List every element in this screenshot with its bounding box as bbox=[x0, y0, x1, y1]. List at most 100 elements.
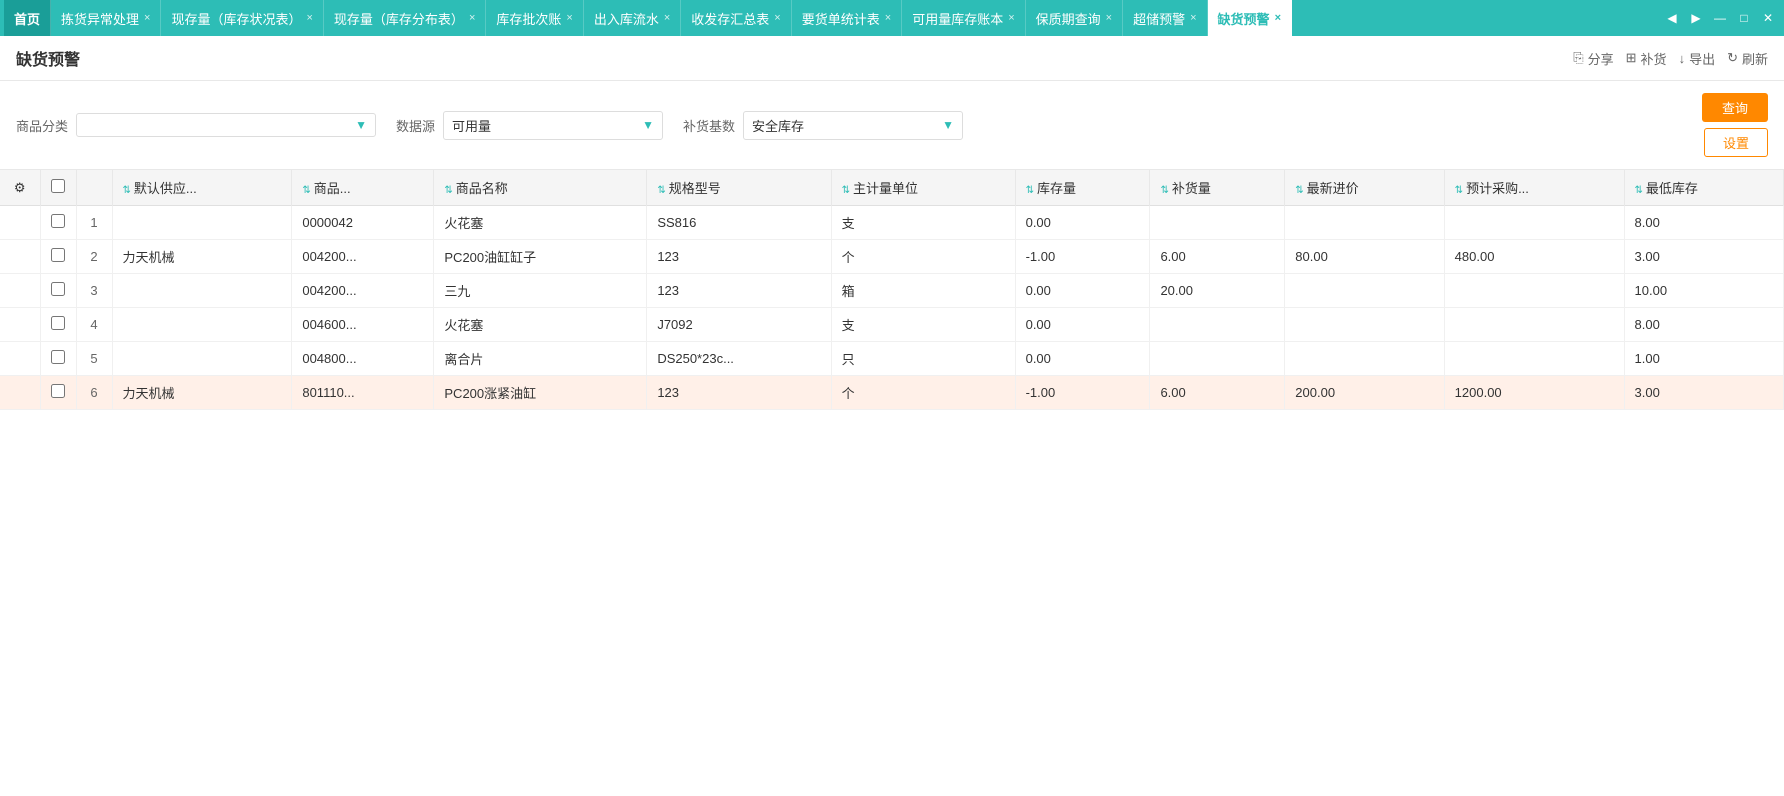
row-checkbox-cell[interactable] bbox=[40, 240, 76, 274]
export-btn[interactable]: ↓ 导出 bbox=[1679, 49, 1716, 68]
rownum-col-header bbox=[76, 170, 112, 206]
tab-inout-flow[interactable]: 出入库流水× bbox=[584, 0, 681, 36]
tab-close-inventory-dist[interactable]: × bbox=[469, 12, 475, 24]
table-body: 10000042火花塞SS816支0.008.002力天机械004200...P… bbox=[0, 206, 1784, 410]
tab-close-abnormal[interactable]: × bbox=[144, 12, 150, 24]
replenish-btn[interactable]: ⊞ 补货 bbox=[1626, 49, 1667, 68]
tab-close-batch[interactable]: × bbox=[566, 12, 572, 24]
query-button[interactable]: 查询 bbox=[1702, 93, 1768, 122]
latest-price-col-header[interactable]: ⇅最新进价 bbox=[1285, 170, 1444, 206]
window-minimize-btn[interactable]: — bbox=[1708, 0, 1732, 36]
row-checkbox[interactable] bbox=[51, 282, 65, 296]
cell-default_supplier bbox=[112, 308, 292, 342]
tab-nav-prev[interactable]: ◀ bbox=[1660, 0, 1684, 36]
tab-home[interactable]: 首页 bbox=[4, 0, 51, 36]
cell-product_name: 三九 bbox=[434, 274, 647, 308]
supplier-col-header[interactable]: ⇅默认供应... bbox=[112, 170, 292, 206]
settings-col-header[interactable]: ⚙ bbox=[0, 170, 40, 206]
cell-estimated_purchase: 480.00 bbox=[1444, 240, 1624, 274]
tab-demand-stats[interactable]: 要货单统计表× bbox=[792, 0, 902, 36]
tab-close-expiry[interactable]: × bbox=[1106, 12, 1112, 24]
row-settings-cell bbox=[0, 240, 40, 274]
category-select[interactable]: ▼ bbox=[76, 113, 376, 137]
row-number: 3 bbox=[76, 274, 112, 308]
table-row: 3004200...三九123箱0.0020.0010.00 bbox=[0, 274, 1784, 308]
settings-button[interactable]: 设置 bbox=[1704, 128, 1768, 157]
cell-default_supplier bbox=[112, 206, 292, 240]
tab-close-available-ledger[interactable]: × bbox=[1008, 12, 1014, 24]
row-checkbox[interactable] bbox=[51, 248, 65, 262]
replenish-basis-select[interactable]: 安全库存 ▼ bbox=[743, 111, 963, 140]
tab-inventory-dist[interactable]: 现存量（库存分布表）× bbox=[324, 0, 486, 36]
cell-replenish_qty: 20.00 bbox=[1150, 274, 1285, 308]
category-filter-group: 商品分类 ▼ bbox=[16, 113, 376, 137]
row-checkbox-cell[interactable] bbox=[40, 376, 76, 410]
row-checkbox[interactable] bbox=[51, 316, 65, 330]
row-checkbox-cell[interactable] bbox=[40, 308, 76, 342]
spec-col-header[interactable]: ⇅规格型号 bbox=[647, 170, 831, 206]
row-checkbox-cell[interactable] bbox=[40, 274, 76, 308]
cell-estimated_purchase: 1200.00 bbox=[1444, 376, 1624, 410]
refresh-icon: ↻ bbox=[1727, 50, 1738, 66]
product-name-col-header[interactable]: ⇅商品名称 bbox=[434, 170, 647, 206]
row-checkbox[interactable] bbox=[51, 350, 65, 364]
share-label: 分享 bbox=[1588, 49, 1614, 68]
cell-unit: 支 bbox=[831, 308, 1015, 342]
row-settings-cell bbox=[0, 274, 40, 308]
filter-right: 查询 设置 bbox=[1702, 93, 1768, 157]
tab-close-inout-flow[interactable]: × bbox=[664, 12, 670, 24]
tab-close-demand-stats[interactable]: × bbox=[885, 12, 891, 24]
product-code-col-header[interactable]: ⇅商品... bbox=[292, 170, 434, 206]
datasource-label: 数据源 bbox=[396, 116, 435, 135]
datasource-arrow-icon: ▼ bbox=[642, 118, 654, 132]
refresh-btn[interactable]: ↻ 刷新 bbox=[1727, 49, 1768, 68]
table-row: 6力天机械801110...PC200涨紧油缸123个-1.006.00200.… bbox=[0, 376, 1784, 410]
table-header-row: ⚙ ⇅默认供应... ⇅商品... ⇅商品名称 bbox=[0, 170, 1784, 206]
unit-col-header[interactable]: ⇅主计量单位 bbox=[831, 170, 1015, 206]
tab-batch[interactable]: 库存批次账× bbox=[486, 0, 583, 36]
tab-available-ledger[interactable]: 可用量库存账本× bbox=[902, 0, 1025, 36]
category-label: 商品分类 bbox=[16, 116, 68, 135]
cell-stock: 0.00 bbox=[1015, 308, 1150, 342]
window-close-btn[interactable]: ✕ bbox=[1756, 0, 1780, 36]
min-stock-col-header[interactable]: ⇅最低库存 bbox=[1624, 170, 1783, 206]
cell-product_code: 004200... bbox=[292, 274, 434, 308]
cell-min_stock: 10.00 bbox=[1624, 274, 1783, 308]
table-row: 4004600...火花塞J7092支0.008.00 bbox=[0, 308, 1784, 342]
cell-stock: 0.00 bbox=[1015, 206, 1150, 240]
cell-product_code: 004600... bbox=[292, 308, 434, 342]
datasource-select[interactable]: 可用量 ▼ bbox=[443, 111, 663, 140]
table-row: 5004800...离合片DS250*23c...只0.001.00 bbox=[0, 342, 1784, 376]
row-checkbox-cell[interactable] bbox=[40, 206, 76, 240]
estimated-purchase-col-header[interactable]: ⇅预计采购... bbox=[1444, 170, 1624, 206]
tab-nav-next[interactable]: ▶ bbox=[1684, 0, 1708, 36]
replenish-qty-col-header[interactable]: ⇅补货量 bbox=[1150, 170, 1285, 206]
window-maximize-btn[interactable]: □ bbox=[1732, 0, 1756, 36]
tab-close-overstock[interactable]: × bbox=[1190, 12, 1196, 24]
row-checkbox[interactable] bbox=[51, 214, 65, 228]
tab-expiry[interactable]: 保质期查询× bbox=[1026, 0, 1123, 36]
share-btn[interactable]: ⎘ 分享 bbox=[1573, 49, 1613, 68]
tab-receive-summary[interactable]: 收发存汇总表× bbox=[681, 0, 791, 36]
cell-stock: -1.00 bbox=[1015, 376, 1150, 410]
tab-close-inventory-status[interactable]: × bbox=[306, 12, 312, 24]
tab-abnormal[interactable]: 拣货异常处理× bbox=[51, 0, 161, 36]
export-label: 导出 bbox=[1689, 49, 1715, 68]
cell-min_stock: 8.00 bbox=[1624, 206, 1783, 240]
cell-replenish_qty: 6.00 bbox=[1150, 376, 1285, 410]
cell-latest_price bbox=[1285, 274, 1444, 308]
tab-overstock[interactable]: 超储预警× bbox=[1123, 0, 1207, 36]
tab-shortage[interactable]: 缺货预警× bbox=[1208, 0, 1292, 36]
row-checkbox[interactable] bbox=[51, 384, 65, 398]
stock-col-header[interactable]: ⇅库存量 bbox=[1015, 170, 1150, 206]
tab-inventory-status[interactable]: 现存量（库存状况表）× bbox=[161, 0, 323, 36]
row-settings-cell bbox=[0, 376, 40, 410]
cell-product_name: PC200涨紧油缸 bbox=[434, 376, 647, 410]
tab-close-shortage[interactable]: × bbox=[1275, 12, 1281, 24]
cell-product_code: 004800... bbox=[292, 342, 434, 376]
checkbox-col-header[interactable] bbox=[40, 170, 76, 206]
select-all-checkbox[interactable] bbox=[51, 179, 65, 193]
tab-close-receive-summary[interactable]: × bbox=[774, 12, 780, 24]
row-number: 1 bbox=[76, 206, 112, 240]
row-checkbox-cell[interactable] bbox=[40, 342, 76, 376]
